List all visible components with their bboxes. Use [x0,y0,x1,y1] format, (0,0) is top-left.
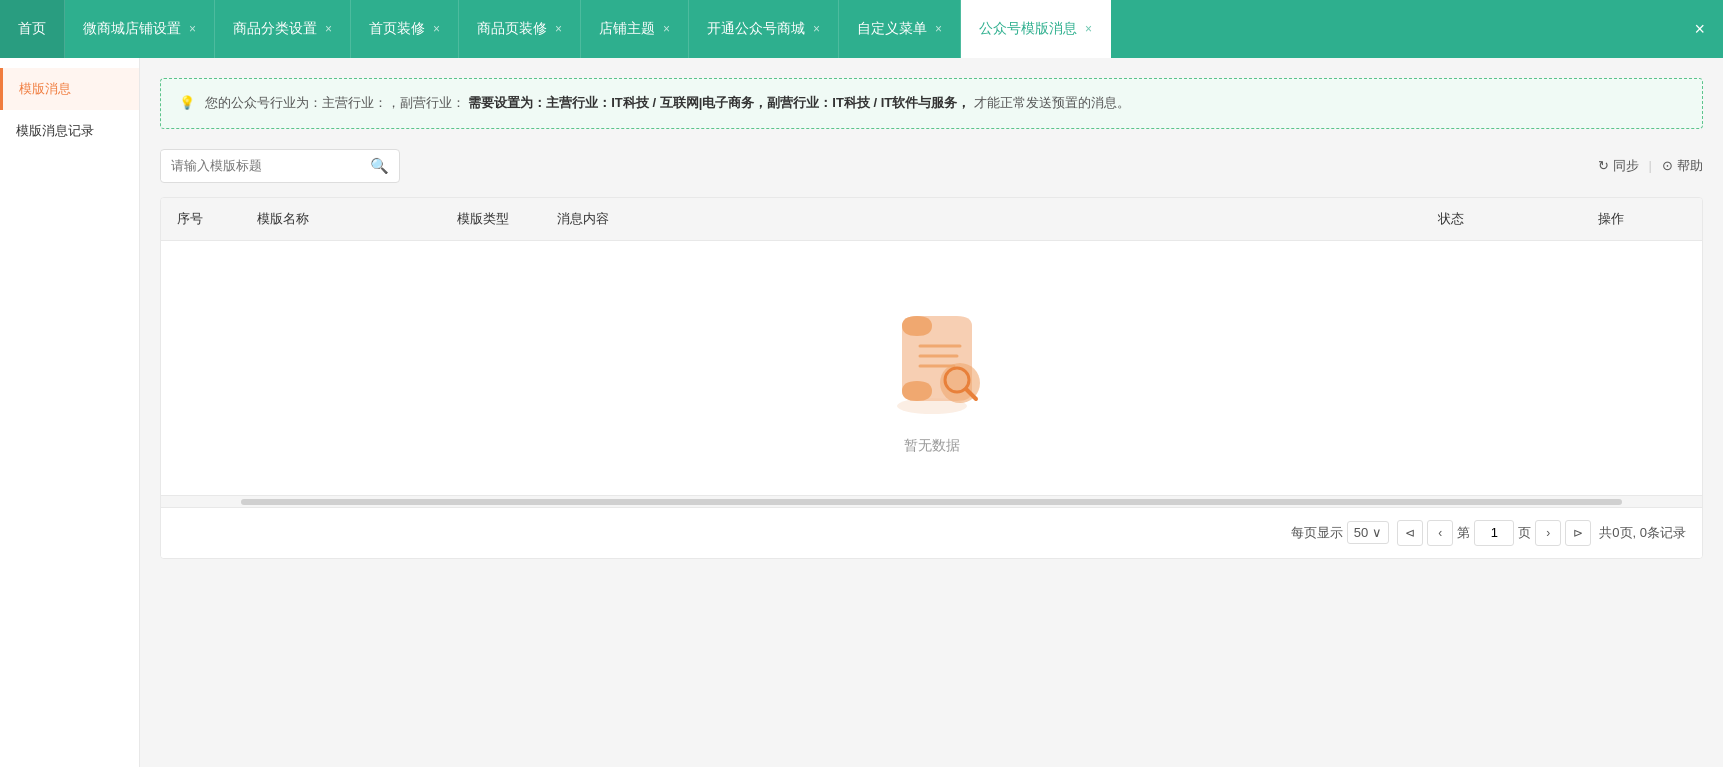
page-suffix: 页 [1518,524,1531,542]
tab-custom-menu[interactable]: 自定义菜单 × [839,0,961,58]
page-size-dropdown[interactable]: 50 ∨ [1347,521,1389,544]
toolbar-divider: | [1649,158,1652,173]
first-page-button[interactable]: ⊲ [1397,520,1423,546]
main-content: 💡 您的公众号行业为：主营行业：，副营行业： 需要设置为：主营行业：IT科技 /… [140,58,1723,767]
col-header-action: 操作 [1582,198,1702,240]
col-header-name: 模版名称 [241,198,441,240]
search-bar: 🔍 ↻ 同步 | ⊙ 帮助 [160,149,1703,183]
help-icon: ⊙ [1662,158,1673,173]
search-input-wrap: 🔍 [160,149,400,183]
empty-illustration [872,301,992,421]
prev-page-button[interactable]: ‹ [1427,520,1453,546]
col-header-type: 模版类型 [441,198,541,240]
close-tab-home-decor[interactable]: × [433,22,440,36]
scrollbar-track [241,499,1622,505]
table-header: 序号 模版名称 模版类型 消息内容 状态 操作 [161,198,1702,241]
total-info: 共0页, 0条记录 [1599,524,1686,542]
toolbar-right: ↻ 同步 | ⊙ 帮助 [1598,157,1703,175]
tab-home-decor[interactable]: 首页装修 × [351,0,459,58]
col-header-content: 消息内容 [541,198,1422,240]
page-size-label: 每页显示 [1291,524,1343,542]
close-tab-micro-shop[interactable]: × [189,22,196,36]
empty-text: 暂无数据 [904,437,960,455]
sync-icon: ↻ [1598,158,1609,173]
close-tab-open-mall[interactable]: × [813,22,820,36]
pagination: 每页显示 50 ∨ ⊲ ‹ 第 页 › ⊳ 共0页, 0条记录 [161,507,1702,558]
chevron-down-icon: ∨ [1372,525,1382,540]
col-header-seq: 序号 [161,198,241,240]
next-page-button[interactable]: › [1535,520,1561,546]
close-tab-shop-theme[interactable]: × [663,22,670,36]
tab-product-decor[interactable]: 商品页装修 × [459,0,581,58]
tab-template-msg[interactable]: 公众号模版消息 × [961,0,1111,58]
help-button[interactable]: ⊙ 帮助 [1662,157,1703,175]
sync-button[interactable]: ↻ 同步 [1598,157,1639,175]
close-tab-product-decor[interactable]: × [555,22,562,36]
page-prefix: 第 [1457,524,1470,542]
tab-bar: 首页 微商城店铺设置 × 商品分类设置 × 首页装修 × 商品页装修 × 店铺主… [0,0,1723,58]
notice-box: 💡 您的公众号行业为：主营行业：，副营行业： 需要设置为：主营行业：IT科技 /… [160,78,1703,129]
tab-home[interactable]: 首页 [0,0,65,58]
page-number-input[interactable] [1474,520,1514,546]
notice-icon: 💡 [179,95,195,110]
tab-product-category[interactable]: 商品分类设置 × [215,0,351,58]
sidebar-item-template-msg[interactable]: 模版消息 [0,68,139,110]
page-navigation: ⊲ ‹ 第 页 › ⊳ [1397,520,1591,546]
tab-open-mall[interactable]: 开通公众号商城 × [689,0,839,58]
tab-shop-theme[interactable]: 店铺主题 × [581,0,689,58]
sidebar: 模版消息 模版消息记录 [0,58,140,767]
data-table: 序号 模版名称 模版类型 消息内容 状态 操作 [160,197,1703,559]
search-input[interactable] [161,151,360,180]
main-layout: 模版消息 模版消息记录 💡 您的公众号行业为：主营行业：，副营行业： 需要设置为… [0,58,1723,767]
tab-micro-shop[interactable]: 微商城店铺设置 × [65,0,215,58]
search-button[interactable]: 🔍 [360,150,399,182]
close-all-tabs[interactable]: × [1676,19,1723,40]
last-page-button[interactable]: ⊳ [1565,520,1591,546]
close-tab-custom-menu[interactable]: × [935,22,942,36]
horizontal-scrollbar[interactable] [161,495,1702,507]
empty-state: 暂无数据 [161,241,1702,495]
close-tab-product-category[interactable]: × [325,22,332,36]
col-header-status: 状态 [1422,198,1582,240]
close-tab-template-msg[interactable]: × [1085,22,1092,36]
page-size-select: 每页显示 50 ∨ [1291,521,1389,544]
sidebar-item-template-msg-record[interactable]: 模版消息记录 [0,110,139,152]
